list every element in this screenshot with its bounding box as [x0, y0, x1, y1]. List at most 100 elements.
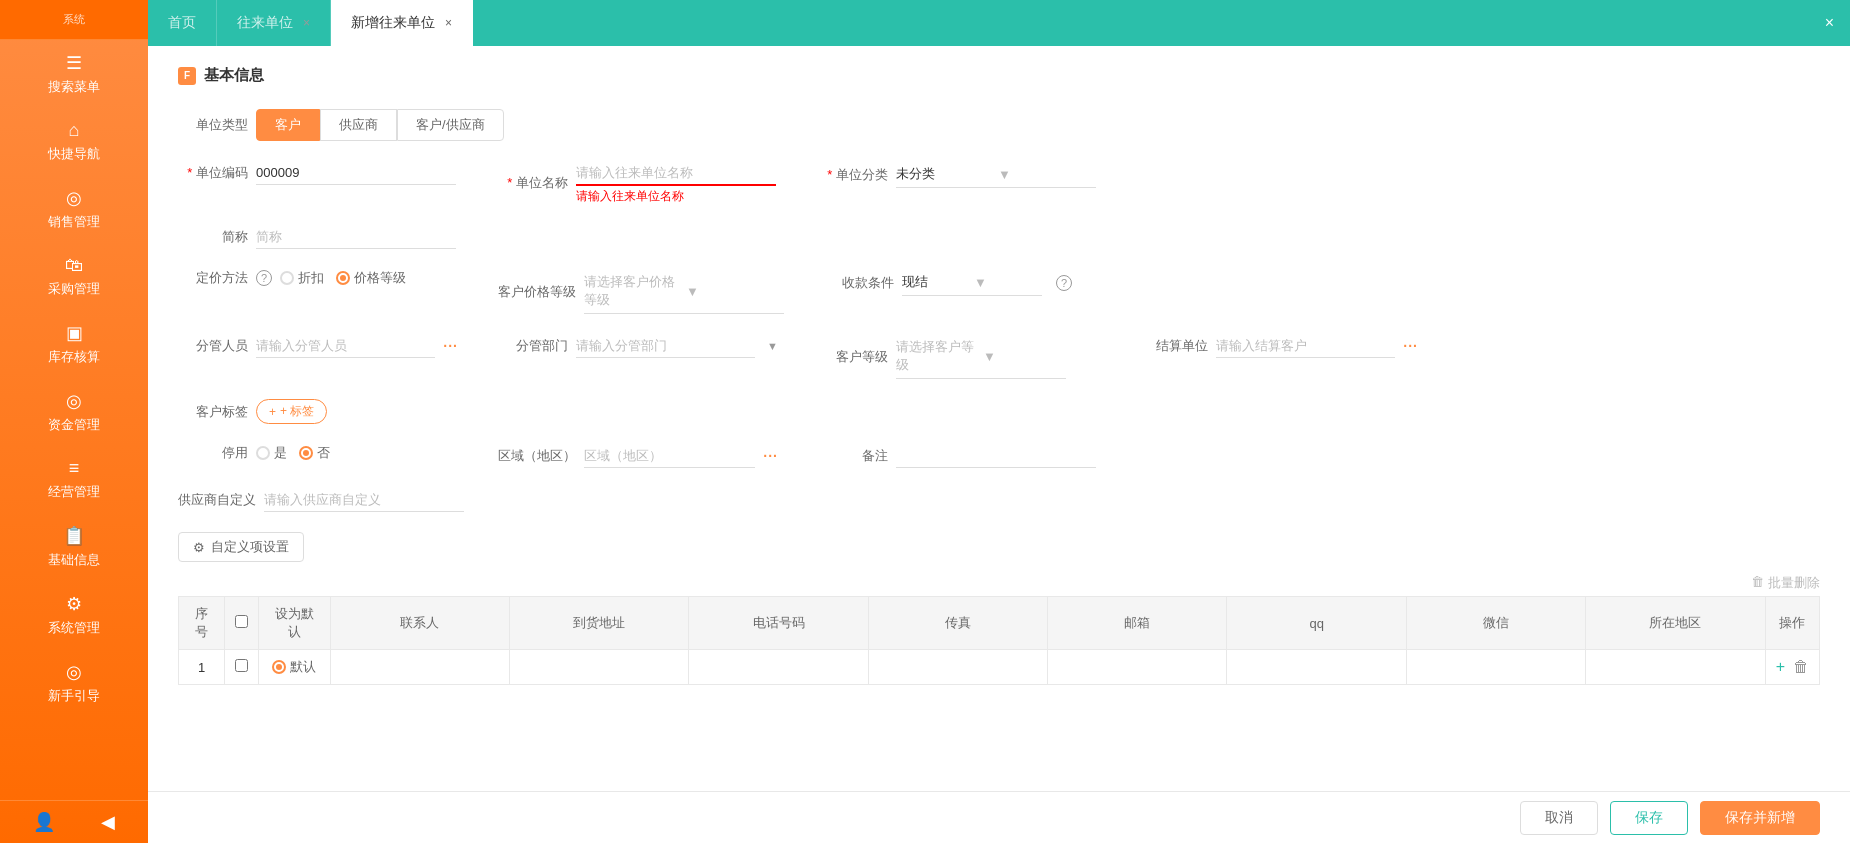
table-row: 1 默认	[179, 650, 1820, 685]
sidebar-user-icon[interactable]: 👤	[33, 811, 55, 833]
tab-new-partner-label: 新增往来单位	[351, 14, 435, 32]
sidebar-item-tutorial[interactable]: ◎ 新手引导	[0, 649, 148, 717]
close-new-partner-icon[interactable]: ×	[445, 16, 452, 30]
qq-input[interactable]	[1245, 660, 1388, 675]
disable-no-option[interactable]: 否	[299, 444, 330, 462]
cell-seq: 1	[179, 650, 225, 685]
save-button[interactable]: 保存	[1610, 801, 1688, 835]
search-icon: ☰	[66, 52, 82, 74]
sidebar-item-system[interactable]: ⚙ 系统管理	[0, 581, 148, 649]
default-label: 默认	[290, 658, 316, 676]
unit-category-select[interactable]: 未分类 ▼	[896, 161, 1096, 188]
custom-settings-label: 自定义项设置	[211, 538, 289, 556]
sidebar-item-purchase[interactable]: 🛍 采购管理	[0, 243, 148, 310]
cell-checkbox	[225, 650, 259, 685]
pricing-level-radio	[336, 271, 350, 285]
cancel-button[interactable]: 取消	[1520, 801, 1598, 835]
sidebar-item-operations[interactable]: ≡ 经营管理	[0, 446, 148, 513]
unit-name-field-wrap: 请输入往来单位名称	[576, 161, 776, 205]
unit-btn-both[interactable]: 客户/供应商	[397, 109, 504, 141]
tab-home-label: 首页	[168, 14, 196, 32]
payment-help-icon[interactable]: ?	[1056, 275, 1072, 291]
close-partners-icon[interactable]: ×	[303, 16, 310, 30]
pricing-help-icon[interactable]: ?	[256, 270, 272, 286]
main-area: 首页 往来单位 × 新增往来单位 × × F 基本信息 单位类型	[148, 0, 1850, 843]
payment-terms-select[interactable]: 现结 ▼	[902, 269, 1042, 296]
fax-input[interactable]	[887, 660, 1030, 675]
customer-level-group: 客户等级 请选择客户等级 ▼	[818, 334, 1098, 379]
contact-input[interactable]	[349, 660, 492, 675]
address-input[interactable]	[528, 660, 671, 675]
supplier-custom-group: 供应商自定义	[178, 488, 1820, 512]
tab-partners[interactable]: 往来单位 ×	[217, 0, 331, 46]
manager-input[interactable]	[256, 334, 435, 358]
sidebar-bottom: 👤 ◀	[0, 800, 148, 843]
cell-fax	[868, 650, 1047, 685]
add-row-button[interactable]: +	[1776, 658, 1785, 676]
supplier-custom-input[interactable]	[264, 488, 464, 512]
add-tag-button[interactable]: + + 标签	[256, 399, 327, 424]
customer-price-level-select[interactable]: 请选择客户价格等级 ▼	[584, 269, 784, 314]
sidebar-item-inventory[interactable]: ▣ 库存核算	[0, 310, 148, 378]
tabbar-global-close[interactable]: ×	[1809, 0, 1850, 46]
close-icon: ×	[1825, 14, 1834, 32]
pricing-level-option[interactable]: 价格等级	[336, 269, 406, 287]
manager-row: 分管人员 ··· 分管部门 ▼ 客户等级 请选择客户等级 ▼	[178, 334, 1820, 379]
disable-yes-radio	[256, 446, 270, 460]
tab-home[interactable]: 首页	[148, 0, 217, 46]
select-all-checkbox[interactable]	[235, 615, 248, 628]
sales-icon: ◎	[66, 187, 82, 209]
sidebar-expand-icon[interactable]: ◀	[101, 811, 115, 833]
unit-name-input[interactable]	[576, 161, 776, 186]
sidebar-item-finance[interactable]: ◎ 资金管理	[0, 378, 148, 446]
cell-phone	[689, 650, 868, 685]
short-name-group: 简称	[178, 225, 458, 249]
payment-terms-group: 收款条件 现结 ▼ ?	[824, 269, 1104, 296]
custom-settings-button[interactable]: ⚙ 自定义项设置	[178, 532, 304, 562]
pricing-discount-option[interactable]: 折扣	[280, 269, 324, 287]
delete-row-button[interactable]: 🗑	[1793, 658, 1809, 676]
tab-partners-label: 往来单位	[237, 14, 293, 32]
settlement-unit-input[interactable]	[1216, 334, 1395, 358]
col-contact: 联系人	[330, 597, 509, 650]
batch-delete-label[interactable]: 批量删除	[1768, 574, 1820, 592]
unit-code-label: 单位编码	[178, 164, 248, 182]
default-radio-option[interactable]: 默认	[272, 658, 316, 676]
short-name-input[interactable]	[256, 225, 456, 249]
unit-code-input[interactable]	[256, 161, 456, 185]
tab-new-partner[interactable]: 新增往来单位 ×	[331, 0, 473, 46]
bottom-bar: 取消 保存 保存并新增	[148, 791, 1850, 843]
region-table-input[interactable]	[1604, 660, 1747, 675]
base-info-icon: 📋	[63, 525, 85, 547]
region-input[interactable]	[584, 444, 755, 468]
cell-qq	[1227, 650, 1406, 685]
sidebar-item-sales[interactable]: ◎ 销售管理	[0, 175, 148, 243]
operations-icon: ≡	[69, 458, 80, 479]
department-group: 分管部门 ▼	[498, 334, 778, 358]
unit-btn-supplier[interactable]: 供应商	[320, 109, 397, 141]
remarks-input[interactable]	[896, 444, 1096, 468]
pricing-method-group: 定价方法 ? 折扣 价格等级	[178, 269, 458, 287]
disable-yes-option[interactable]: 是	[256, 444, 287, 462]
region-label: 区域（地区）	[498, 447, 576, 465]
sidebar-item-quicknav[interactable]: ⌂ 快捷导航	[0, 108, 148, 175]
sidebar-item-search[interactable]: ☰ 搜索菜单	[0, 40, 148, 108]
manager-more-button[interactable]: ···	[443, 338, 458, 354]
table-body: 1 默认	[179, 650, 1820, 685]
cell-address	[510, 650, 689, 685]
row-checkbox[interactable]	[235, 659, 248, 672]
unit-btn-customer[interactable]: 客户	[256, 109, 320, 141]
email-input[interactable]	[1066, 660, 1209, 675]
chevron-down-icon: ▼	[974, 275, 1042, 290]
settlement-unit-more-button[interactable]: ···	[1403, 338, 1418, 354]
region-more-button[interactable]: ···	[763, 448, 778, 464]
sidebar-item-label: 经营管理	[48, 483, 100, 501]
col-checkbox	[225, 597, 259, 650]
department-input[interactable]	[576, 334, 755, 358]
sidebar-item-base-info[interactable]: 📋 基础信息	[0, 513, 148, 581]
cell-default: 默认	[259, 650, 331, 685]
wechat-input[interactable]	[1425, 660, 1568, 675]
customer-level-select[interactable]: 请选择客户等级 ▼	[896, 334, 1066, 379]
save-and-new-button[interactable]: 保存并新增	[1700, 801, 1820, 835]
phone-input[interactable]	[707, 660, 850, 675]
